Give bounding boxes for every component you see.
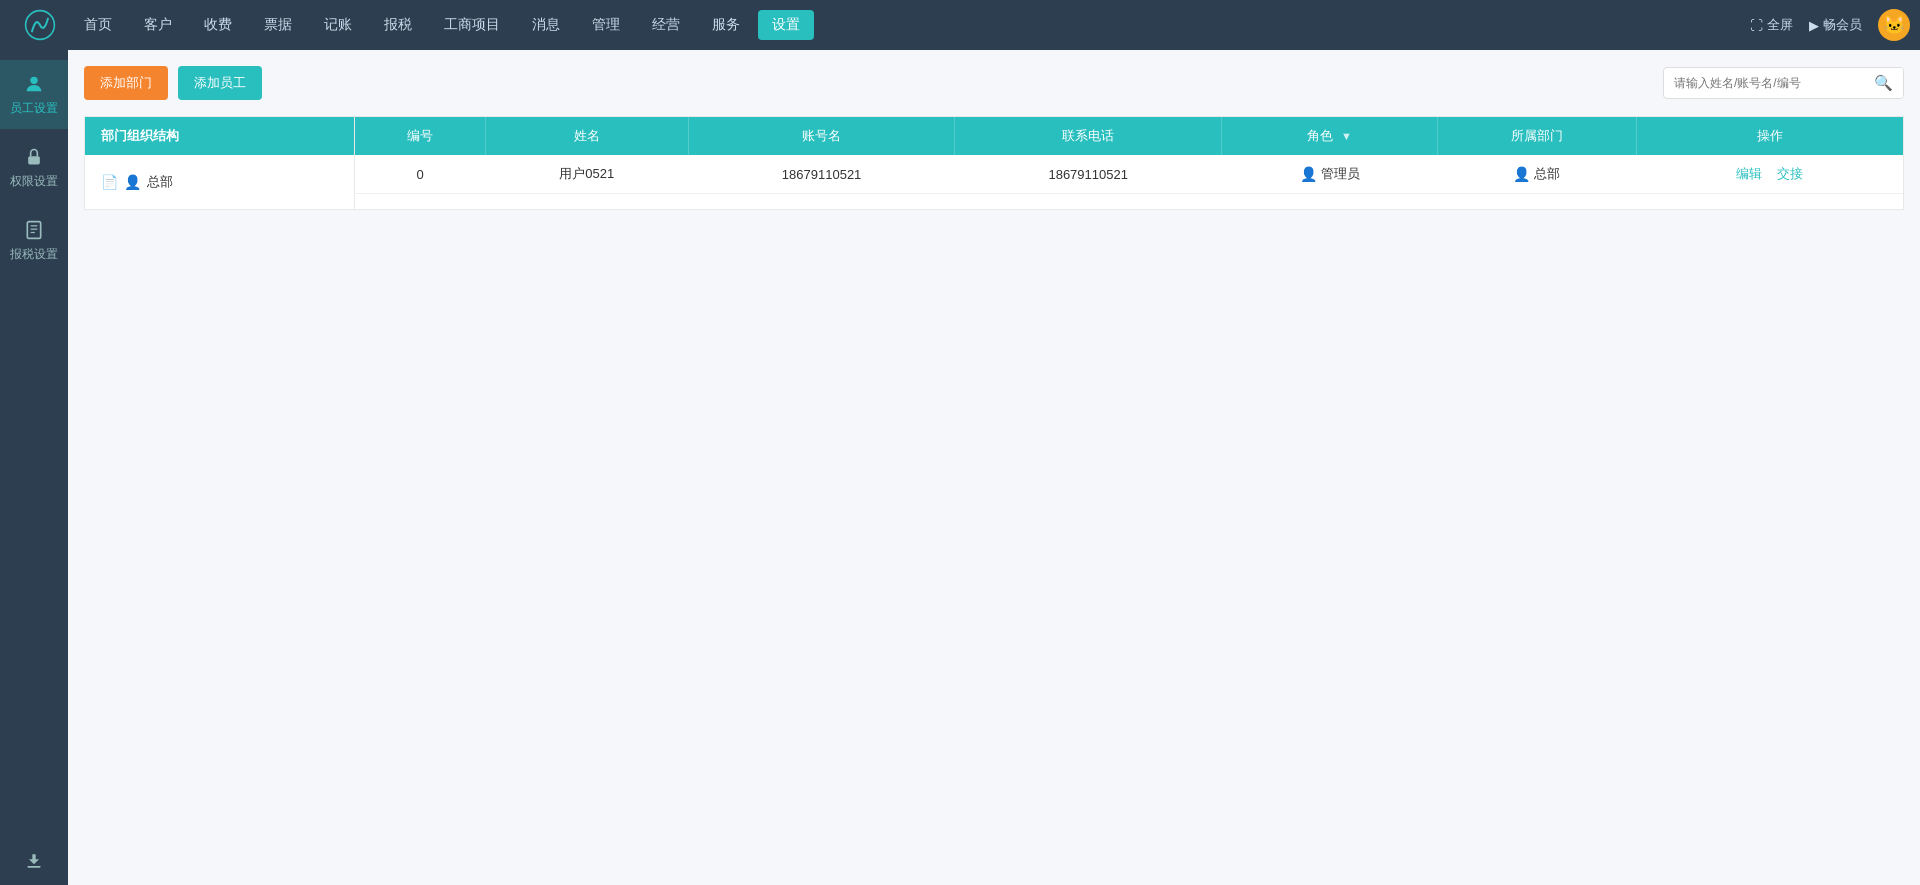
handover-link[interactable]: 交接 bbox=[1777, 166, 1803, 181]
logo bbox=[10, 9, 70, 41]
fullscreen-button[interactable]: ⛶ 全屏 bbox=[1750, 16, 1793, 34]
employee-table-wrapper: 编号 姓名 账号名 联系电话 角色 ▼ 所属部门 操作 bbox=[355, 117, 1903, 209]
nav-item-manage[interactable]: 管理 bbox=[578, 10, 634, 40]
cell-phone: 18679110521 bbox=[955, 155, 1222, 194]
cell-account: 18679110521 bbox=[688, 155, 955, 194]
download-icon bbox=[22, 849, 46, 873]
report-icon bbox=[22, 218, 46, 242]
role-person-icon: 👤 bbox=[1300, 166, 1317, 182]
svg-rect-2 bbox=[28, 156, 40, 164]
add-emp-button[interactable]: 添加员工 bbox=[178, 66, 262, 100]
sidebar-item-permission[interactable]: 权限设置 bbox=[0, 133, 68, 202]
lock-icon bbox=[22, 145, 46, 169]
dept-tree-header: 部门组织结构 bbox=[85, 117, 354, 155]
sidebar-item-download[interactable] bbox=[0, 837, 68, 885]
svg-rect-3 bbox=[27, 222, 40, 239]
dept-tree: 部门组织结构 📄 👤 总部 bbox=[85, 117, 355, 209]
avatar[interactable]: 🐱 bbox=[1878, 9, 1910, 41]
toolbar: 添加部门 添加员工 🔍 bbox=[84, 66, 1904, 100]
search-button[interactable]: 🔍 bbox=[1864, 68, 1903, 98]
nav-item-customer[interactable]: 客户 bbox=[130, 10, 186, 40]
fullscreen-icon: ⛶ bbox=[1750, 18, 1763, 33]
file-icon: 📄 bbox=[101, 174, 118, 190]
dept-tree-body: 📄 👤 总部 bbox=[85, 155, 354, 209]
nav-item-home[interactable]: 首页 bbox=[70, 10, 126, 40]
nav-item-account[interactable]: 记账 bbox=[310, 10, 366, 40]
svg-point-1 bbox=[30, 77, 37, 84]
vip-label: 畅会员 bbox=[1823, 16, 1862, 34]
employee-table: 编号 姓名 账号名 联系电话 角色 ▼ 所属部门 操作 bbox=[355, 117, 1903, 194]
sidebar-item-employee-label: 员工设置 bbox=[10, 100, 58, 117]
cell-role: 👤 管理员 bbox=[1222, 155, 1438, 194]
col-account: 账号名 bbox=[688, 117, 955, 155]
cell-dept: 👤 总部 bbox=[1438, 155, 1636, 194]
svg-rect-7 bbox=[27, 866, 40, 868]
fullscreen-label: 全屏 bbox=[1767, 16, 1793, 34]
main-content: 添加部门 添加员工 🔍 部门组织结构 📄 👤 总部 bbox=[68, 50, 1920, 885]
sidebar-bottom bbox=[0, 837, 68, 885]
sidebar-item-employee[interactable]: 员工设置 bbox=[0, 60, 68, 129]
layout: 员工设置 权限设置 报税设置 bbox=[0, 50, 1920, 885]
sidebar: 员工设置 权限设置 报税设置 bbox=[0, 50, 68, 885]
nav-item-fee[interactable]: 收费 bbox=[190, 10, 246, 40]
search-input[interactable] bbox=[1664, 70, 1864, 96]
sidebar-item-tax-label: 报税设置 bbox=[10, 246, 58, 263]
search-box: 🔍 bbox=[1663, 67, 1904, 99]
nav-item-settings[interactable]: 设置 bbox=[758, 10, 814, 40]
cell-actions: 编辑 交接 bbox=[1636, 155, 1903, 194]
edit-link[interactable]: 编辑 bbox=[1736, 166, 1762, 181]
nav-items: 首页 客户 收费 票据 记账 报税 工商项目 消息 管理 经营 服务 设置 bbox=[70, 10, 1750, 40]
add-dept-button[interactable]: 添加部门 bbox=[84, 66, 168, 100]
top-nav: 首页 客户 收费 票据 记账 报税 工商项目 消息 管理 经营 服务 设置 ⛶ … bbox=[0, 0, 1920, 50]
nav-item-bill[interactable]: 票据 bbox=[250, 10, 306, 40]
cell-id: 0 bbox=[355, 155, 485, 194]
nav-item-message[interactable]: 消息 bbox=[518, 10, 574, 40]
dept-tree-item-root[interactable]: 📄 👤 总部 bbox=[93, 165, 346, 199]
nav-item-business[interactable]: 工商项目 bbox=[430, 10, 514, 40]
col-role: 角色 ▼ bbox=[1222, 117, 1438, 155]
content-area: 部门组织结构 📄 👤 总部 编号 姓名 账号名 bbox=[84, 116, 1904, 210]
col-id: 编号 bbox=[355, 117, 485, 155]
nav-right: ⛶ 全屏 ▶ 畅会员 🐱 bbox=[1750, 9, 1910, 41]
person-icon bbox=[22, 72, 46, 96]
role-value: 管理员 bbox=[1321, 165, 1360, 183]
role-filter-icon[interactable]: ▼ bbox=[1341, 130, 1352, 142]
sidebar-item-permission-label: 权限设置 bbox=[10, 173, 58, 190]
dept-tree-item-label: 总部 bbox=[147, 173, 173, 191]
dept-person-icon: 👤 bbox=[1513, 166, 1530, 182]
nav-item-tax[interactable]: 报税 bbox=[370, 10, 426, 40]
dept-person-icon: 👤 bbox=[124, 174, 141, 190]
sidebar-item-tax-settings[interactable]: 报税设置 bbox=[0, 206, 68, 275]
col-name: 姓名 bbox=[485, 117, 688, 155]
vip-icon: ▶ bbox=[1809, 18, 1819, 33]
col-dept: 所属部门 bbox=[1438, 117, 1636, 155]
cell-name: 用户0521 bbox=[485, 155, 688, 194]
table-row: 0 用户0521 18679110521 18679110521 👤 管理员 👤… bbox=[355, 155, 1903, 194]
nav-item-service[interactable]: 服务 bbox=[698, 10, 754, 40]
vip-button[interactable]: ▶ 畅会员 bbox=[1809, 16, 1862, 34]
col-phone: 联系电话 bbox=[955, 117, 1222, 155]
col-action: 操作 bbox=[1636, 117, 1903, 155]
nav-item-operation[interactable]: 经营 bbox=[638, 10, 694, 40]
dept-value: 总部 bbox=[1534, 165, 1560, 183]
